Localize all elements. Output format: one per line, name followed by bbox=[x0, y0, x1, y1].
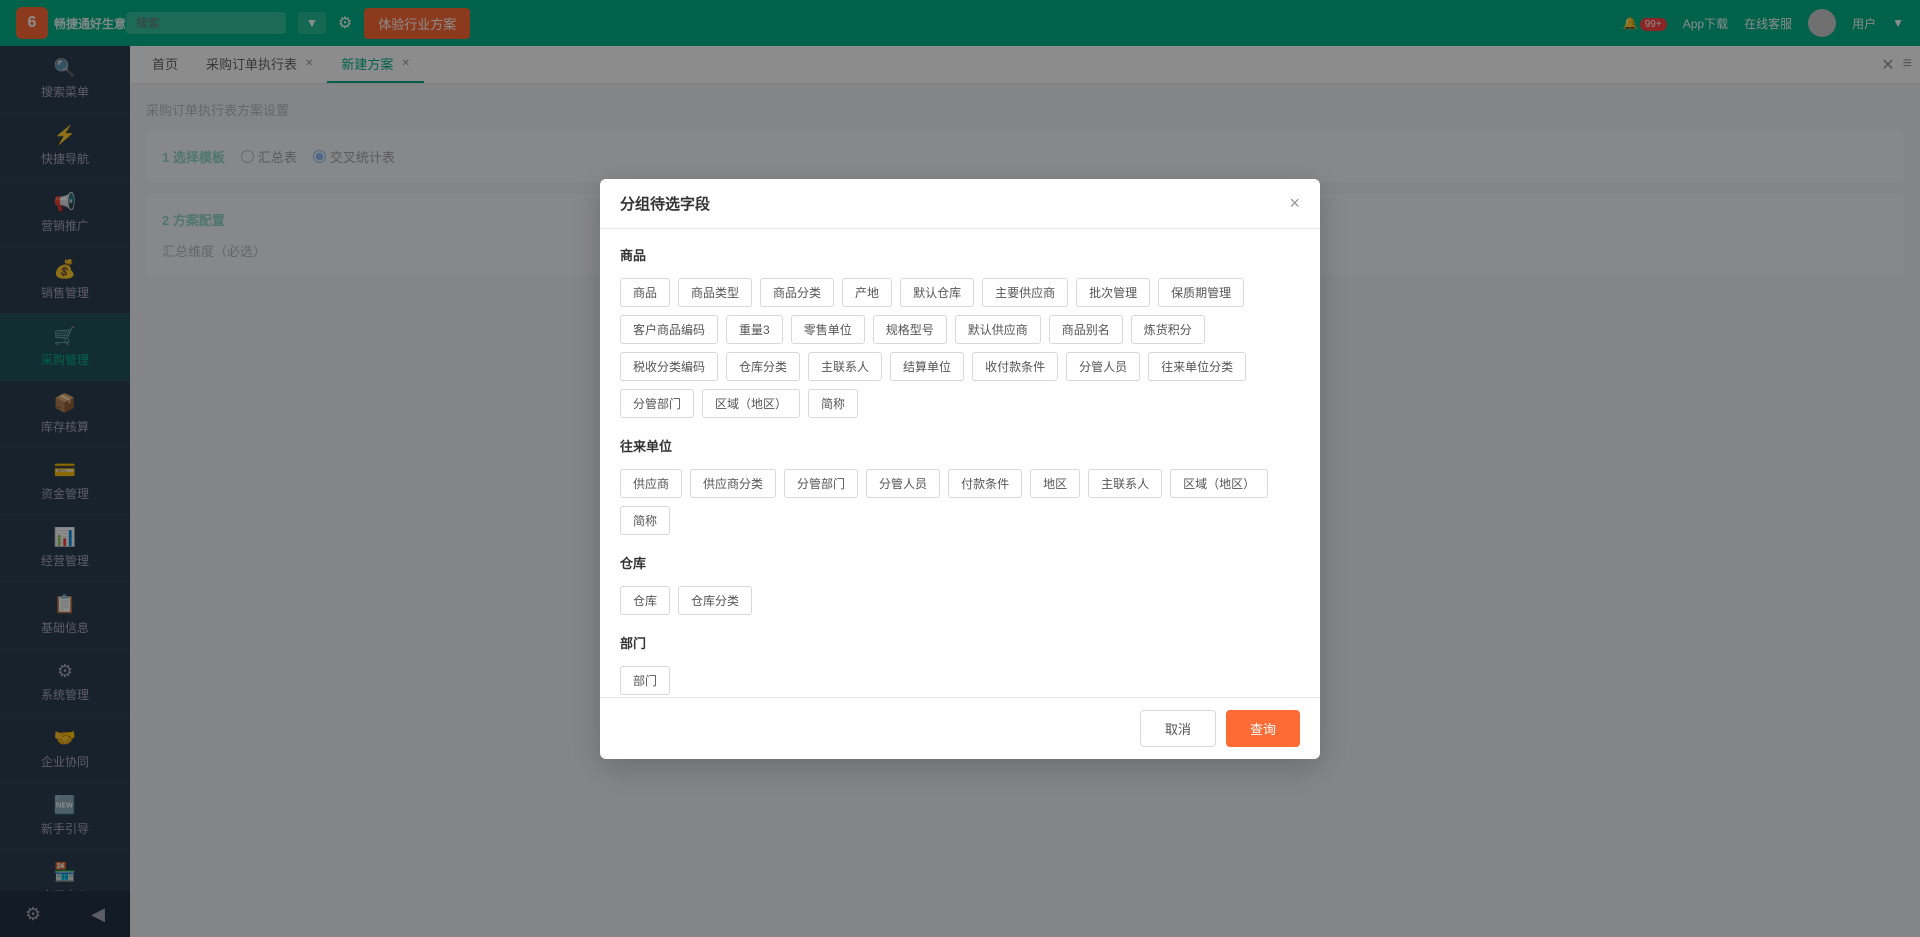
field-tag-warehouse[interactable]: 仓库 bbox=[620, 586, 670, 615]
field-tag-settlement-unit[interactable]: 结算单位 bbox=[890, 352, 964, 381]
partner-field-tags: 供应商 供应商分类 分管部门 分管人员 付款条件 地区 主联系人 区域（地区） … bbox=[620, 469, 1300, 535]
field-tag-partner-manager[interactable]: 分管人员 bbox=[866, 469, 940, 498]
field-tag-payment-terms[interactable]: 收付款条件 bbox=[972, 352, 1058, 381]
field-tag-partner-short[interactable]: 简称 bbox=[620, 506, 670, 535]
department-field-tags: 部门 bbox=[620, 666, 1300, 695]
field-tag-tax-code[interactable]: 税收分类编码 bbox=[620, 352, 718, 381]
field-tag-default-supplier[interactable]: 默认供应商 bbox=[955, 315, 1041, 344]
field-tag-goods-alias[interactable]: 商品别名 bbox=[1049, 315, 1123, 344]
field-group-warehouse: 仓库 仓库 仓库分类 bbox=[620, 553, 1300, 615]
field-tag-supplier[interactable]: 供应商 bbox=[620, 469, 682, 498]
partner-group-title: 往来单位 bbox=[620, 436, 1300, 459]
department-group-title: 部门 bbox=[620, 633, 1300, 656]
field-tag-warehouse-cat[interactable]: 仓库分类 bbox=[678, 586, 752, 615]
cancel-button[interactable]: 取消 bbox=[1140, 710, 1216, 747]
field-tag-department[interactable]: 部门 bbox=[620, 666, 670, 695]
field-tag-default-warehouse[interactable]: 默认仓库 bbox=[900, 278, 974, 307]
field-tag-goods-category[interactable]: 商品分类 bbox=[760, 278, 834, 307]
field-tag-batch-mgmt[interactable]: 批次管理 bbox=[1076, 278, 1150, 307]
field-tag-partner-contact[interactable]: 主联系人 bbox=[1088, 469, 1162, 498]
field-tag-main-contact[interactable]: 主联系人 bbox=[808, 352, 882, 381]
modal-header: 分组待选字段 × bbox=[600, 179, 1320, 229]
modal-close-btn[interactable]: × bbox=[1289, 193, 1300, 214]
field-tag-customer-code[interactable]: 客户商品编码 bbox=[620, 315, 718, 344]
modal-overlay: 分组待选字段 × 商品 商品 商品类型 商品分类 产地 默认仓库 主要供应商 批… bbox=[0, 0, 1920, 937]
field-tag-main-supplier[interactable]: 主要供应商 bbox=[982, 278, 1068, 307]
goods-field-tags: 商品 商品类型 商品分类 产地 默认仓库 主要供应商 批次管理 保质期管理 客户… bbox=[620, 278, 1300, 418]
field-select-modal: 分组待选字段 × 商品 商品 商品类型 商品分类 产地 默认仓库 主要供应商 批… bbox=[600, 179, 1320, 759]
field-tag-partner-category[interactable]: 往来单位分类 bbox=[1148, 352, 1246, 381]
field-tag-short-name[interactable]: 简称 bbox=[808, 389, 858, 418]
field-tag-area[interactable]: 地区 bbox=[1030, 469, 1080, 498]
field-tag-region[interactable]: 区域（地区） bbox=[702, 389, 800, 418]
field-tag-goods-type[interactable]: 商品类型 bbox=[678, 278, 752, 307]
warehouse-field-tags: 仓库 仓库分类 bbox=[620, 586, 1300, 615]
field-tag-manager[interactable]: 分管人员 bbox=[1066, 352, 1140, 381]
field-group-department: 部门 部门 bbox=[620, 633, 1300, 695]
field-tag-partner-dept[interactable]: 分管部门 bbox=[784, 469, 858, 498]
field-tag-expiry-mgmt[interactable]: 保质期管理 bbox=[1158, 278, 1244, 307]
warehouse-group-title: 仓库 bbox=[620, 553, 1300, 576]
field-tag-supplier-category[interactable]: 供应商分类 bbox=[690, 469, 776, 498]
field-group-goods: 商品 商品 商品类型 商品分类 产地 默认仓库 主要供应商 批次管理 保质期管理… bbox=[620, 245, 1300, 418]
modal-title: 分组待选字段 bbox=[620, 193, 710, 214]
field-tag-warehouse-category[interactable]: 仓库分类 bbox=[726, 352, 800, 381]
field-tag-origin[interactable]: 产地 bbox=[842, 278, 892, 307]
field-tag-partner-region[interactable]: 区域（地区） bbox=[1170, 469, 1268, 498]
field-tag-goods[interactable]: 商品 bbox=[620, 278, 670, 307]
field-tag-weight3[interactable]: 重量3 bbox=[726, 315, 783, 344]
modal-footer: 取消 查询 bbox=[600, 697, 1320, 759]
field-tag-dept[interactable]: 分管部门 bbox=[620, 389, 694, 418]
field-group-partner: 往来单位 供应商 供应商分类 分管部门 分管人员 付款条件 地区 主联系人 区域… bbox=[620, 436, 1300, 535]
goods-group-title: 商品 bbox=[620, 245, 1300, 268]
field-tag-retail-unit[interactable]: 零售单位 bbox=[791, 315, 865, 344]
modal-body: 商品 商品 商品类型 商品分类 产地 默认仓库 主要供应商 批次管理 保质期管理… bbox=[600, 229, 1320, 697]
field-tag-spec-model[interactable]: 规格型号 bbox=[873, 315, 947, 344]
field-tag-refine-points[interactable]: 炼货积分 bbox=[1131, 315, 1205, 344]
confirm-button[interactable]: 查询 bbox=[1226, 710, 1300, 747]
field-tag-payment-cond[interactable]: 付款条件 bbox=[948, 469, 1022, 498]
